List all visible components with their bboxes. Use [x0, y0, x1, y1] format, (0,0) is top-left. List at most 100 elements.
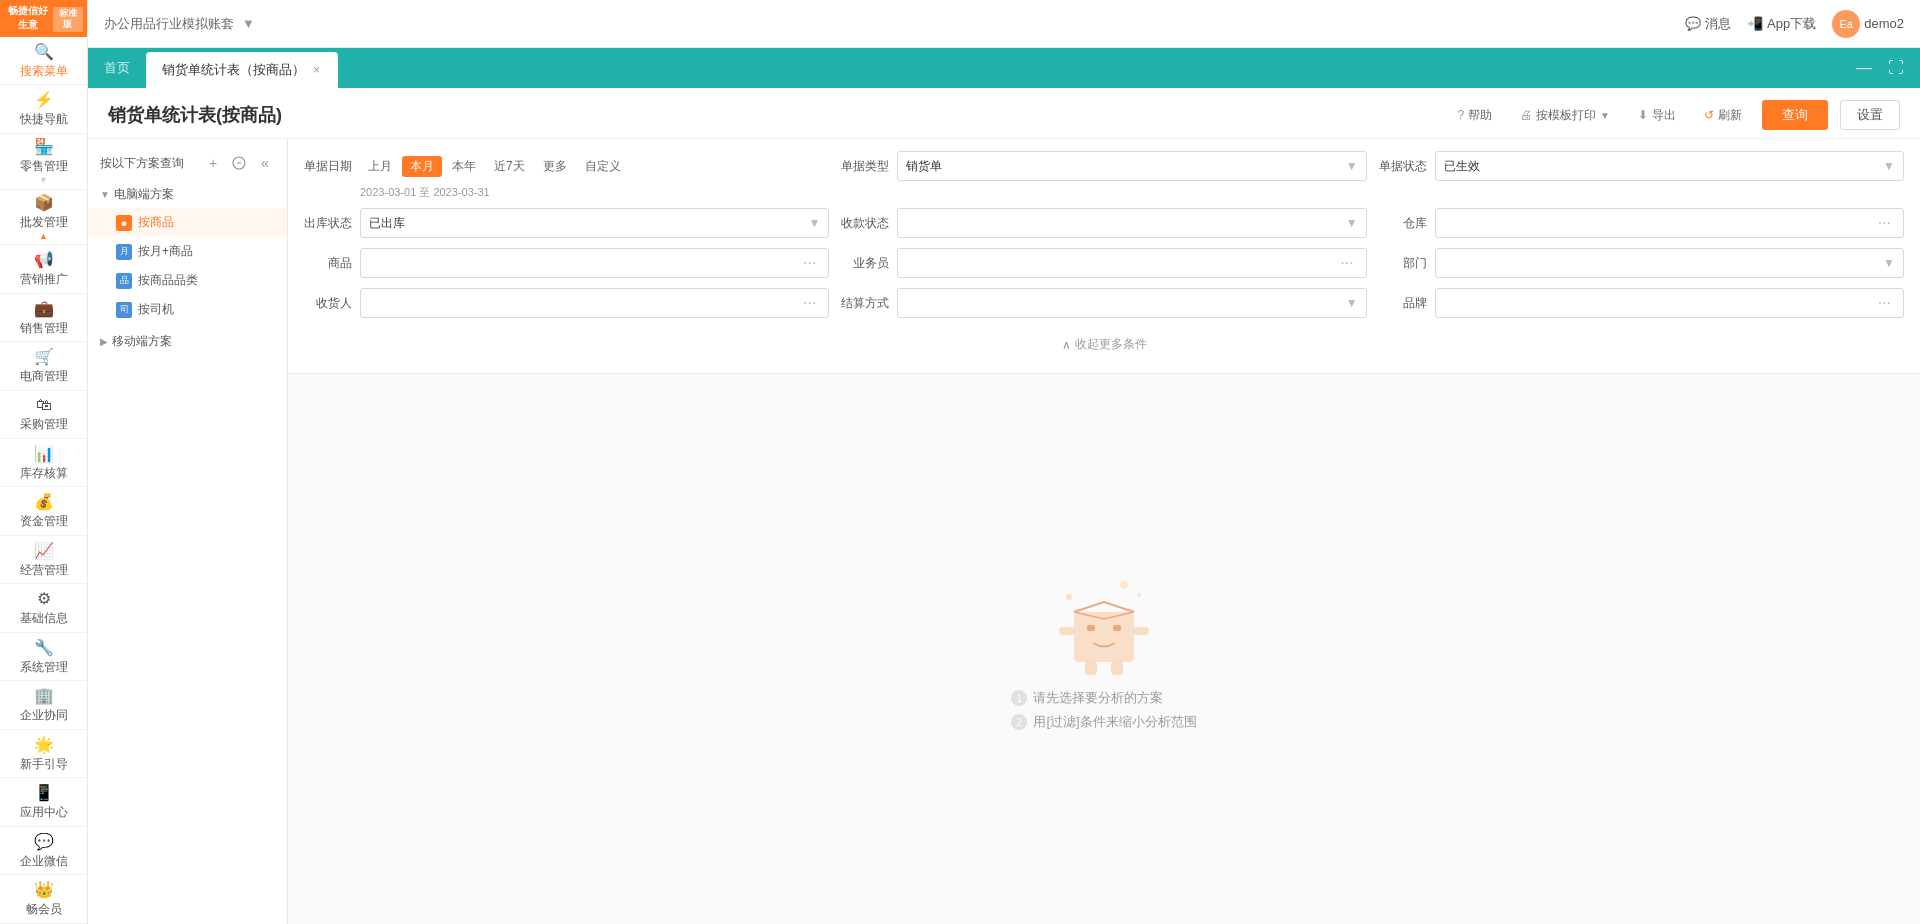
- sidebar-item-marketing[interactable]: 📢 营销推广: [0, 245, 87, 294]
- industry-dropdown-icon[interactable]: ▼: [242, 16, 255, 31]
- sidebar-item-finance[interactable]: 💰 资金管理: [0, 487, 87, 536]
- filter-settle-label: 结算方式: [841, 295, 897, 312]
- refresh-icon: ↺: [1704, 108, 1714, 122]
- filter-settle-cell: 结算方式 ▼: [841, 288, 1366, 318]
- sidebar-item-basic[interactable]: ⚙ 基础信息: [0, 584, 87, 633]
- sidebar-item-member[interactable]: 👑 畅会员: [0, 875, 87, 924]
- sidebar-item-ecommerce[interactable]: 🛒 电商管理: [0, 342, 87, 391]
- filter-goods-cell: 商品 ···: [304, 248, 829, 278]
- sidebar-basic-label: 基础信息: [20, 610, 68, 627]
- filter-goods-field[interactable]: ···: [360, 248, 829, 278]
- scheme-edit-icon[interactable]: [229, 153, 249, 173]
- date-tab-this-month[interactable]: 本月: [402, 156, 442, 177]
- scheme-item-by-goods[interactable]: ● 按商品: [88, 208, 287, 237]
- date-tab-more[interactable]: 更多: [535, 156, 575, 177]
- scheme-item-label-category: 按商品品类: [138, 272, 198, 289]
- industry-name: 办公用品行业模拟账套: [104, 15, 234, 33]
- tab-bar: 首页 销货单统计表（按商品） × — ⛶: [88, 48, 1920, 88]
- ecommerce-icon: 🛒: [34, 347, 54, 366]
- filter-settle-field[interactable]: ▼: [897, 288, 1366, 318]
- scheme-item-by-driver[interactable]: 司 按司机: [88, 295, 287, 324]
- sidebar-search-label: 搜索菜单: [20, 63, 68, 80]
- message-action[interactable]: 💬 消息: [1685, 15, 1731, 33]
- sidebar-item-retail[interactable]: 🏪 零售管理 ▼: [0, 134, 87, 190]
- finance-icon: 💰: [34, 492, 54, 511]
- sidebar-purchase-label: 采购管理: [20, 416, 68, 433]
- filter-out-field[interactable]: 已出库 ▼: [360, 208, 829, 238]
- scheme-collapse-icon[interactable]: «: [255, 153, 275, 173]
- filter-status-field[interactable]: 已生效 ▼: [1435, 151, 1904, 181]
- sidebar-operation-label: 经营管理: [20, 562, 68, 579]
- settings-button[interactable]: 设置: [1840, 100, 1900, 130]
- filter-result-panel: 单据日期 上月 本月 本年 近7天 更多 自定义: [288, 139, 1920, 924]
- filter-brand-dots: ···: [1874, 294, 1895, 312]
- filter-warehouse-field[interactable]: ···: [1435, 208, 1904, 238]
- sidebar-item-system[interactable]: 🔧 系统管理: [0, 633, 87, 682]
- sidebar-item-corpwechat[interactable]: 💬 企业微信: [0, 827, 87, 876]
- tab-active[interactable]: 销货单统计表（按商品） ×: [146, 52, 338, 88]
- filter-staff-field[interactable]: ···: [897, 248, 1366, 278]
- sidebar-item-quicknav[interactable]: ⚡ 快捷导航: [0, 85, 87, 134]
- filter-row-3: 商品 ··· 业务员 ···: [304, 248, 1904, 278]
- sidebar-item-sales[interactable]: 💼 销售管理: [0, 294, 87, 343]
- sidebar-system-label: 系统管理: [20, 659, 68, 676]
- collapse-bar[interactable]: ∧ 收起更多条件: [304, 328, 1904, 361]
- tab-fullscreen-icon[interactable]: ⛶: [1884, 55, 1908, 81]
- scheme-group-mobile-title[interactable]: ▶ 移动端方案: [88, 328, 287, 355]
- print-button[interactable]: 🖨 按模板打印 ▼: [1512, 103, 1618, 128]
- filter-date-cell: 单据日期 上月 本月 本年 近7天 更多 自定义: [304, 151, 829, 181]
- tab-home[interactable]: 首页: [88, 48, 146, 88]
- sidebar-item-appcenter[interactable]: 📱 应用中心: [0, 778, 87, 827]
- filter-status-arrow: ▼: [1883, 159, 1895, 173]
- sidebar-item-search[interactable]: 🔍 搜索菜单: [0, 37, 87, 86]
- svg-rect-4: [1113, 625, 1121, 631]
- filter-receiver-field[interactable]: ···: [360, 288, 829, 318]
- scheme-add-icon[interactable]: +: [203, 153, 223, 173]
- tab-active-label: 销货单统计表（按商品）: [162, 61, 305, 79]
- filter-brand-field[interactable]: ···: [1435, 288, 1904, 318]
- filter-staff-dots: ···: [1336, 254, 1357, 272]
- search-icon: 🔍: [34, 42, 54, 61]
- refresh-button[interactable]: ↺ 刷新: [1696, 103, 1750, 128]
- filter-date-label: 单据日期: [304, 158, 360, 175]
- empty-text: 1 请先选择要分析的方案 2 用[过滤]条件来缩小分析范围: [1011, 689, 1196, 731]
- sidebar-wholesale-label: 批发管理: [20, 214, 68, 231]
- filter-collect-field[interactable]: ▼: [897, 208, 1366, 238]
- help-button[interactable]: ? 帮助: [1449, 103, 1500, 128]
- appcenter-icon: 📱: [34, 783, 54, 802]
- filter-settle-arrow: ▼: [1346, 296, 1358, 310]
- tab-close-icon[interactable]: ×: [311, 61, 322, 79]
- svg-point-10: [1137, 593, 1141, 597]
- date-tab-custom[interactable]: 自定义: [577, 156, 629, 177]
- refresh-label: 刷新: [1718, 107, 1742, 124]
- filter-dept-field[interactable]: ▼: [1435, 248, 1904, 278]
- user-action[interactable]: Ea demo2: [1832, 10, 1904, 38]
- user-avatar: Ea: [1832, 10, 1860, 38]
- scheme-panel: 按以下方案查询 + « ▼: [88, 139, 288, 924]
- sidebar-item-corp[interactable]: 🏢 企业协同: [0, 681, 87, 730]
- sidebar-marketing-label: 营销推广: [20, 271, 68, 288]
- export-button[interactable]: ⬇ 导出: [1630, 103, 1684, 128]
- query-button[interactable]: 查询: [1762, 100, 1828, 130]
- filter-status-cell: 单据状态 已生效 ▼: [1379, 151, 1904, 181]
- date-tab-7days[interactable]: 近7天: [486, 156, 533, 177]
- scheme-group-pc-title[interactable]: ▼ 电脑端方案: [88, 181, 287, 208]
- tab-minimize-icon[interactable]: —: [1852, 55, 1876, 81]
- scheme-item-by-month-goods[interactable]: 月 按月+商品: [88, 237, 287, 266]
- filter-staff-cell: 业务员 ···: [841, 248, 1366, 278]
- app-download-action[interactable]: 📲 App下载: [1747, 15, 1816, 33]
- sidebar-item-operation[interactable]: 📈 经营管理: [0, 536, 87, 585]
- collapse-label: 收起更多条件: [1075, 336, 1147, 353]
- tip-text-2: 用[过滤]条件来缩小分析范围: [1033, 713, 1196, 731]
- date-tab-this-year[interactable]: 本年: [444, 156, 484, 177]
- scheme-item-by-category[interactable]: 品 按商品品类: [88, 266, 287, 295]
- export-icon: ⬇: [1638, 108, 1648, 122]
- sidebar-item-purchase[interactable]: 🛍 采购管理: [0, 391, 87, 439]
- sidebar-item-newguide[interactable]: 🌟 新手引导: [0, 730, 87, 779]
- filter-type-field[interactable]: 销货单 ▼: [897, 151, 1366, 181]
- filter-collect-arrow: ▼: [1346, 216, 1358, 230]
- date-tab-last-month[interactable]: 上月: [360, 156, 400, 177]
- sidebar-item-wholesale[interactable]: 📦 批发管理 ▲: [0, 190, 87, 246]
- sidebar-item-inventory[interactable]: 📊 库存核算: [0, 439, 87, 488]
- svg-rect-5: [1059, 627, 1075, 635]
